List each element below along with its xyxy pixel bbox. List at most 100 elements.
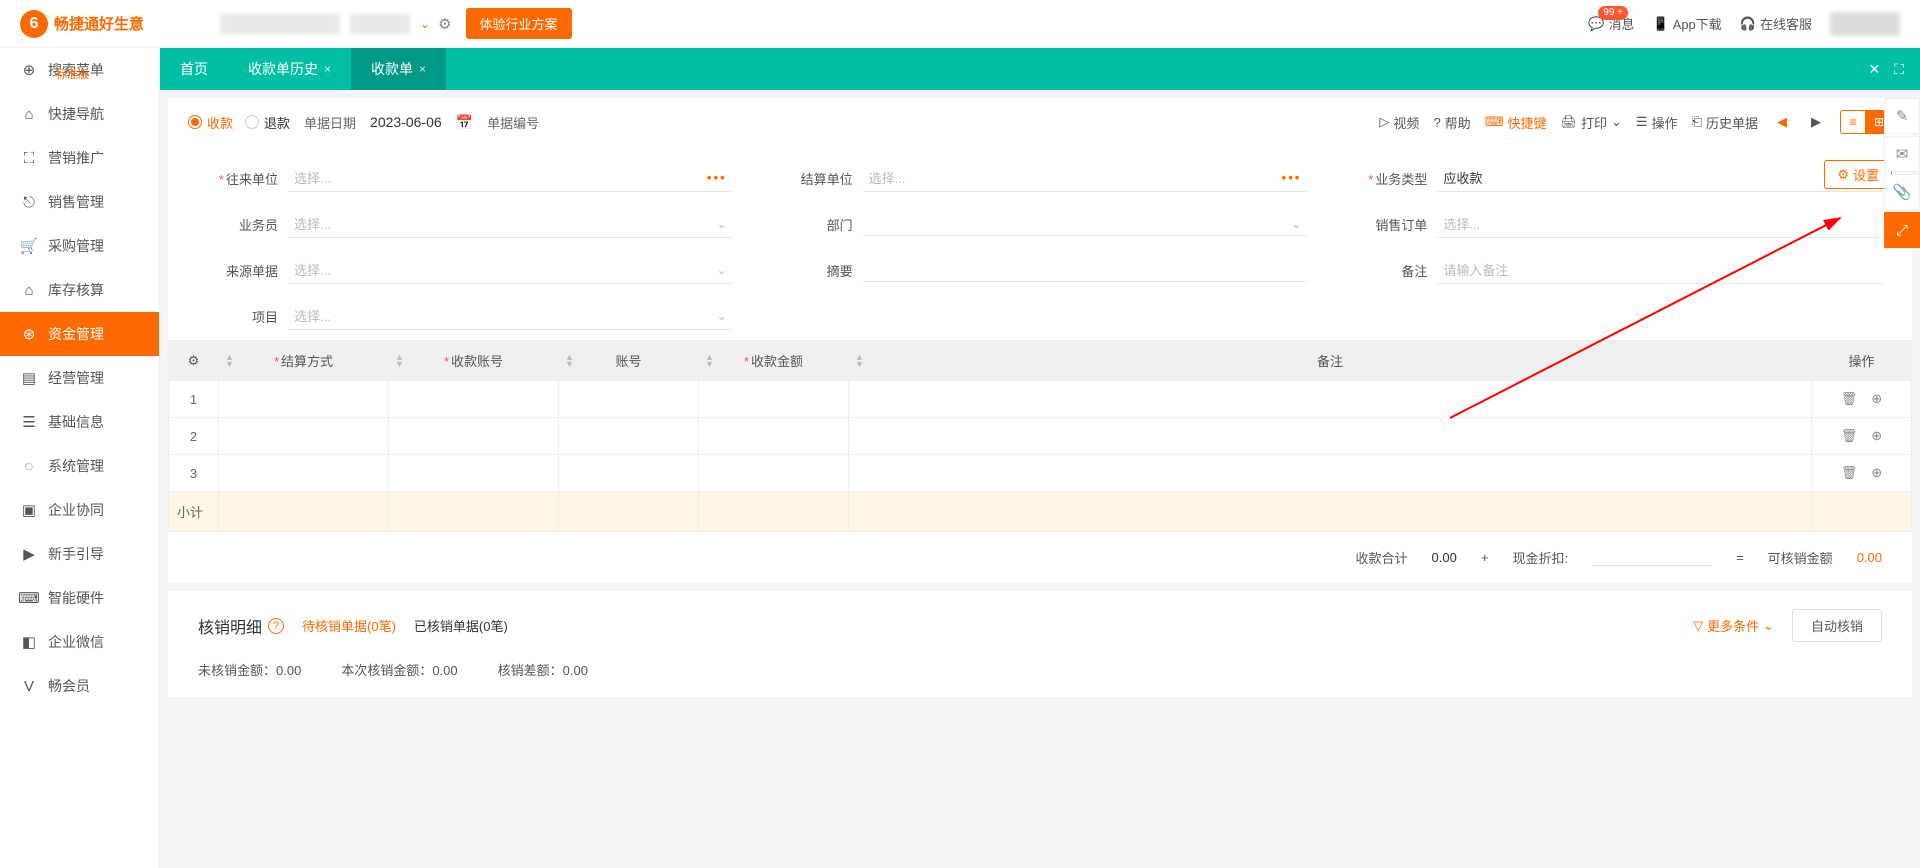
prev-arrow-icon[interactable]: ◀: [1772, 112, 1792, 132]
sidebar-item[interactable]: ◧企业微信: [0, 620, 159, 664]
cell-method[interactable]: [219, 381, 389, 418]
tab-close-icon[interactable]: ×: [419, 62, 426, 76]
sidebar-item[interactable]: ▤经营管理: [0, 356, 159, 400]
tab[interactable]: 首页: [160, 48, 228, 90]
print-link[interactable]: 🖨打印⌄: [1560, 113, 1621, 132]
writeoff-value: 0.00: [1857, 550, 1882, 565]
settings-button[interactable]: ⚙设置: [1824, 160, 1892, 189]
print-icon: 🖨: [1560, 114, 1577, 130]
tabs-close-icon[interactable]: ✕: [1868, 61, 1880, 78]
sidebar-item[interactable]: ▶新手引导: [0, 532, 159, 576]
main-content: 首页收款单历史×收款单× ✕ ⛶ 收款 退款 单据日期 2023-06-06 📅…: [160, 48, 1920, 868]
cell-remark[interactable]: [849, 418, 1812, 455]
cell-method[interactable]: [219, 418, 389, 455]
col-remark[interactable]: ▲▼备注: [849, 341, 1812, 381]
tab[interactable]: 收款单×: [351, 48, 446, 90]
ops-link[interactable]: ☰操作: [1636, 113, 1678, 132]
play-icon: ▷: [1379, 114, 1389, 130]
delete-icon[interactable]: 🗑: [1841, 465, 1858, 481]
project-input[interactable]: 选择...⌄: [288, 302, 733, 330]
cell-number[interactable]: [559, 418, 699, 455]
sidebar-item[interactable]: V畅会员: [0, 664, 159, 708]
table-row: 3🗑⊕: [169, 455, 1912, 492]
rail-expand-icon[interactable]: ⤢: [1884, 212, 1920, 248]
col-number[interactable]: ▲▼账号: [559, 341, 699, 381]
add-row-icon[interactable]: ⊕: [1871, 391, 1882, 407]
cell-remark[interactable]: [849, 455, 1812, 492]
cell-remark[interactable]: [849, 381, 1812, 418]
col-method[interactable]: ▲▼*结算方式: [219, 341, 389, 381]
radio-refund[interactable]: 退款: [245, 113, 290, 132]
history-link[interactable]: ⎗历史单据: [1692, 113, 1758, 132]
add-row-icon[interactable]: ⊕: [1871, 465, 1882, 481]
auto-writeoff-button[interactable]: 自动核销: [1792, 609, 1882, 642]
sidebar-item[interactable]: ⎋销售管理: [0, 180, 159, 224]
field-dept: 部门⌄: [773, 210, 1308, 238]
rail-attach-icon[interactable]: 📎: [1884, 174, 1920, 210]
discount-label: 现金折扣:: [1512, 548, 1568, 567]
cell-amount[interactable]: [699, 418, 849, 455]
col-gear[interactable]: ⚙: [169, 341, 219, 381]
discount-input[interactable]: [1592, 550, 1712, 566]
sidebar-item[interactable]: ◌系统管理: [0, 444, 159, 488]
partner-input[interactable]: 选择...•••: [288, 164, 733, 192]
rail-draft-icon[interactable]: ✎: [1884, 98, 1920, 134]
cell-account[interactable]: [389, 455, 559, 492]
col-account[interactable]: ▲▼*收款账号: [389, 341, 559, 381]
sidebar-item[interactable]: ⛶营销推广: [0, 136, 159, 180]
tab[interactable]: 收款单历史×: [228, 48, 351, 90]
source-input[interactable]: 选择...⌄: [288, 256, 733, 284]
cell-account[interactable]: [389, 418, 559, 455]
app-download-link[interactable]: 📱 App下载: [1652, 14, 1721, 33]
messages-link[interactable]: 💬 消息 99 +: [1588, 14, 1634, 33]
calendar-icon[interactable]: 📅: [456, 114, 473, 131]
next-arrow-icon[interactable]: ▶: [1806, 112, 1826, 132]
cell-account[interactable]: [389, 381, 559, 418]
experience-button[interactable]: 体验行业方案: [466, 8, 572, 39]
video-link[interactable]: ▷视频: [1379, 113, 1419, 132]
company-selector[interactable]: ⌄: [220, 14, 430, 34]
tab-pending[interactable]: 待核销单据(0笔): [302, 616, 396, 635]
sidebar-item[interactable]: ⌂快捷导航: [0, 92, 159, 136]
sales-order-input[interactable]: 选择...: [1437, 210, 1882, 238]
customer-service-link[interactable]: 🎧 在线客服: [1740, 14, 1812, 33]
tabs-expand-icon[interactable]: ⛶: [1894, 61, 1904, 78]
cell-amount[interactable]: [699, 381, 849, 418]
view-list-button[interactable]: ≡: [1840, 110, 1866, 134]
field-biz-type: *业务类型应收款⌄: [1347, 164, 1882, 192]
cell-method[interactable]: [219, 455, 389, 492]
help-icon[interactable]: ?: [268, 618, 284, 634]
date-value[interactable]: 2023-06-06: [370, 114, 442, 130]
logo-text: 畅捷通好生意: [54, 13, 144, 34]
settle-unit-input[interactable]: 选择...•••: [863, 164, 1308, 192]
biz-type-input[interactable]: 应收款⌄: [1437, 164, 1882, 192]
delete-icon[interactable]: 🗑: [1841, 428, 1858, 444]
user-avatar-blurred[interactable]: [1830, 12, 1900, 36]
customer-service-label: 在线客服: [1760, 14, 1812, 33]
rail-mail-icon[interactable]: ✉: [1884, 136, 1920, 172]
sidebar-item[interactable]: ⌂库存核算: [0, 268, 159, 312]
cell-number[interactable]: [559, 455, 699, 492]
dept-input[interactable]: ⌄: [863, 212, 1308, 236]
tab-done[interactable]: 已核销单据(0笔): [414, 616, 508, 635]
sidebar-item[interactable]: ⊛资金管理: [0, 312, 159, 356]
sidebar-item[interactable]: 🛒采购管理: [0, 224, 159, 268]
add-row-icon[interactable]: ⊕: [1871, 428, 1882, 444]
shortcut-link[interactable]: ⌨快捷键: [1485, 113, 1547, 132]
sidebar-item[interactable]: ⌨智能硬件: [0, 576, 159, 620]
delete-icon[interactable]: 🗑: [1841, 391, 1858, 407]
more-filter-link[interactable]: ▽更多条件⌄: [1693, 616, 1774, 635]
col-amount[interactable]: ▲▼*收款金额: [699, 341, 849, 381]
tab-close-icon[interactable]: ×: [324, 62, 331, 76]
cell-number[interactable]: [559, 381, 699, 418]
remark-input[interactable]: 请输入备注: [1437, 256, 1882, 284]
help-link[interactable]: ?帮助: [1433, 113, 1470, 132]
sidebar-item[interactable]: ☰基础信息: [0, 400, 159, 444]
salesman-input[interactable]: 选择...⌄: [288, 210, 733, 238]
sidebar-item[interactable]: ▣企业协同: [0, 488, 159, 532]
summary-input[interactable]: [863, 258, 1308, 282]
sidebar-icon: ⌂: [20, 105, 38, 123]
gear-icon[interactable]: ⚙: [438, 15, 451, 33]
radio-receipt[interactable]: 收款: [188, 113, 233, 132]
cell-amount[interactable]: [699, 455, 849, 492]
